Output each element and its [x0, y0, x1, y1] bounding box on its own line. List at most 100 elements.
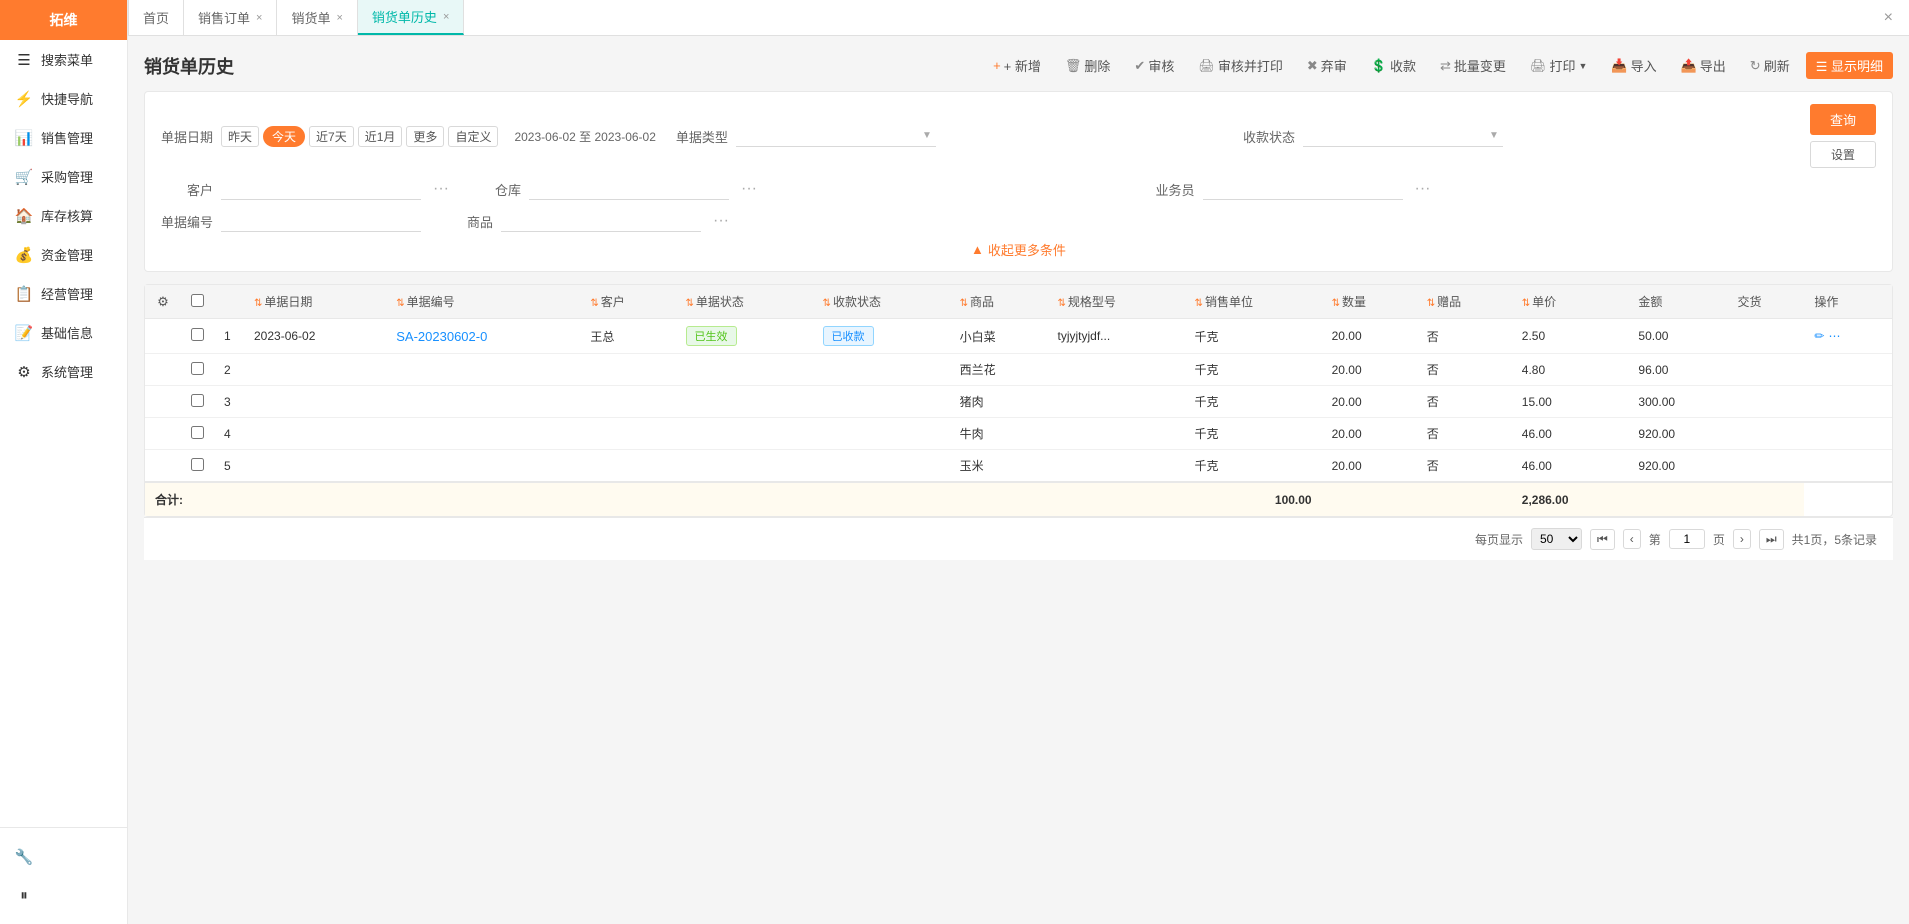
- page-first-button[interactable]: ⏮: [1590, 529, 1615, 550]
- goods-dots-icon[interactable]: ···: [713, 212, 729, 230]
- sidebar-item-settings[interactable]: 🔧: [0, 838, 127, 876]
- new-button[interactable]: + + 新增: [985, 52, 1049, 79]
- table-scroll[interactable]: ⚙ ⇅单据日期 ⇅单据编号: [145, 285, 1892, 516]
- salesperson-input[interactable]: [1203, 178, 1403, 200]
- doc-number-input[interactable]: [221, 210, 421, 232]
- col-doc-number[interactable]: ⇅单据编号: [386, 285, 580, 319]
- date-btn-yesterday[interactable]: 昨天: [221, 126, 259, 147]
- col-spec[interactable]: ⇅规格型号: [1048, 285, 1185, 319]
- goods-cell: 牛肉: [950, 418, 1048, 450]
- col-settings[interactable]: ⚙: [145, 285, 181, 319]
- col-goods[interactable]: ⇅商品: [950, 285, 1048, 319]
- page-next-button[interactable]: ›: [1733, 529, 1751, 549]
- doc-number-link[interactable]: SA-20230602-0: [396, 329, 487, 344]
- sidebar-item-purchase-mgmt[interactable]: 🛒 采购管理: [0, 157, 127, 196]
- customer-cell: [580, 450, 675, 483]
- sidebar-item-quick-nav[interactable]: ⚡ 快捷导航: [0, 79, 127, 118]
- per-page-select[interactable]: 50 100: [1531, 528, 1582, 550]
- date-btn-more[interactable]: 更多: [406, 126, 444, 147]
- settings-icon: 🔧: [15, 848, 33, 866]
- checkbox-cell[interactable]: [181, 450, 214, 483]
- import-button[interactable]: 📥 导入: [1603, 52, 1664, 79]
- col-sales-unit[interactable]: ⇅销售单位: [1185, 285, 1322, 319]
- goods-sort-icon: ⇅: [960, 298, 968, 309]
- footer-empty-price: [1417, 482, 1512, 516]
- salesperson-dots-icon[interactable]: ···: [1415, 180, 1431, 198]
- sidebar-item-search-menu[interactable]: ☰ 搜索菜单: [0, 40, 127, 79]
- customer-input[interactable]: [221, 178, 421, 200]
- more-action-btn[interactable]: ⋯: [1828, 329, 1840, 343]
- tab-sales-order[interactable]: 销售订单 ×: [184, 0, 277, 35]
- refresh-button[interactable]: ↻ 刷新: [1742, 52, 1798, 79]
- col-collect-status[interactable]: ⇅收款状态: [813, 285, 950, 319]
- set-button[interactable]: 设置: [1810, 141, 1876, 168]
- checkbox-cell[interactable]: [181, 319, 214, 354]
- new-label: + 新增: [1004, 56, 1041, 75]
- collect-button[interactable]: 💲 收款: [1363, 52, 1424, 79]
- sidebar-item-sales-mgmt[interactable]: 📊 销售管理: [0, 118, 127, 157]
- date-btn-custom[interactable]: 自定义: [448, 126, 498, 147]
- abandon-button[interactable]: ✖ 弃审: [1299, 52, 1355, 79]
- review-print-button[interactable]: 🖨 审核并打印: [1190, 52, 1291, 79]
- collapse-button[interactable]: ▲ 收起更多条件: [971, 240, 1066, 259]
- tab-home[interactable]: 首页: [128, 0, 184, 35]
- select-all-checkbox[interactable]: [191, 294, 204, 307]
- customer-dots-icon[interactable]: ···: [433, 180, 449, 198]
- warehouse-input[interactable]: [529, 178, 729, 200]
- doc-status-cell: [676, 386, 813, 418]
- review-button[interactable]: ✔ 审核: [1126, 52, 1182, 79]
- page-number-input[interactable]: [1669, 529, 1705, 549]
- display-detail-button[interactable]: ☰ 显示明细: [1806, 52, 1893, 79]
- print-button[interactable]: 🖨 打印 ▼: [1522, 52, 1595, 79]
- settings-cell: [145, 319, 181, 354]
- export-button[interactable]: 📤 导出: [1673, 52, 1734, 79]
- col-doc-status[interactable]: ⇅单据状态: [676, 285, 813, 319]
- col-quantity[interactable]: ⇅数量: [1322, 285, 1417, 319]
- edit-action-btn[interactable]: ✏: [1814, 329, 1824, 343]
- sidebar-item-finance[interactable]: 💰 资金管理: [0, 235, 127, 274]
- row-checkbox[interactable]: [191, 458, 204, 471]
- sidebar-item-system-mgmt[interactable]: ⚙ 系统管理: [0, 352, 127, 391]
- date-btn-today[interactable]: 今天: [263, 126, 305, 147]
- col-unit-price[interactable]: ⇅单价: [1512, 285, 1629, 319]
- goods-input[interactable]: [501, 210, 701, 232]
- col-customer[interactable]: ⇅客户: [580, 285, 675, 319]
- goods-cell: 小白菜: [950, 319, 1048, 354]
- tab-sales-goods[interactable]: 销货单 ×: [277, 0, 357, 35]
- collect-status-cell: [813, 386, 950, 418]
- col-checkbox[interactable]: [181, 285, 214, 319]
- tab-sales-history[interactable]: 销货单历史 ×: [358, 0, 464, 35]
- row-checkbox[interactable]: [191, 362, 204, 375]
- tab-sales-history-close[interactable]: ×: [443, 11, 449, 23]
- table-settings-icon[interactable]: ⚙: [157, 294, 169, 309]
- warehouse-dots-icon[interactable]: ···: [741, 180, 757, 198]
- date-btn-1month[interactable]: 近1月: [358, 126, 403, 147]
- footer-empty-transaction: [1628, 482, 1727, 516]
- sidebar-item-collapse[interactable]: ⏸: [0, 876, 127, 914]
- row-checkbox[interactable]: [191, 328, 204, 341]
- page-prev-button[interactable]: ‹: [1623, 529, 1641, 549]
- tab-sales-order-close[interactable]: ×: [256, 12, 262, 24]
- sidebar-item-inventory[interactable]: 🏠 库存核算: [0, 196, 127, 235]
- tab-sales-goods-close[interactable]: ×: [336, 12, 342, 24]
- col-doc-date[interactable]: ⇅单据日期: [244, 285, 386, 319]
- query-button[interactable]: 查询: [1810, 104, 1876, 135]
- row-checkbox[interactable]: [191, 426, 204, 439]
- window-close-button[interactable]: ×: [1868, 9, 1909, 27]
- col-gift[interactable]: ⇅赠品: [1417, 285, 1512, 319]
- transaction-cell: [1728, 418, 1805, 450]
- sidebar-item-operations[interactable]: 📋 经营管理: [0, 274, 127, 313]
- collect-status-select[interactable]: [1303, 125, 1503, 146]
- delete-button[interactable]: 🗑 删除: [1057, 52, 1119, 79]
- sidebar-label-inventory: 库存核算: [41, 206, 93, 225]
- doc-type-select[interactable]: [736, 125, 936, 146]
- date-btn-7days[interactable]: 近7天: [309, 126, 354, 147]
- checkbox-cell[interactable]: [181, 386, 214, 418]
- data-table-container: ⚙ ⇅单据日期 ⇅单据编号: [144, 284, 1893, 517]
- page-last-button[interactable]: ⏭: [1759, 529, 1784, 550]
- checkbox-cell[interactable]: [181, 354, 214, 386]
- batch-change-button[interactable]: ⇄ 批量变更: [1432, 52, 1514, 79]
- checkbox-cell[interactable]: [181, 418, 214, 450]
- row-checkbox[interactable]: [191, 394, 204, 407]
- sidebar-item-base-info[interactable]: 📝 基础信息: [0, 313, 127, 352]
